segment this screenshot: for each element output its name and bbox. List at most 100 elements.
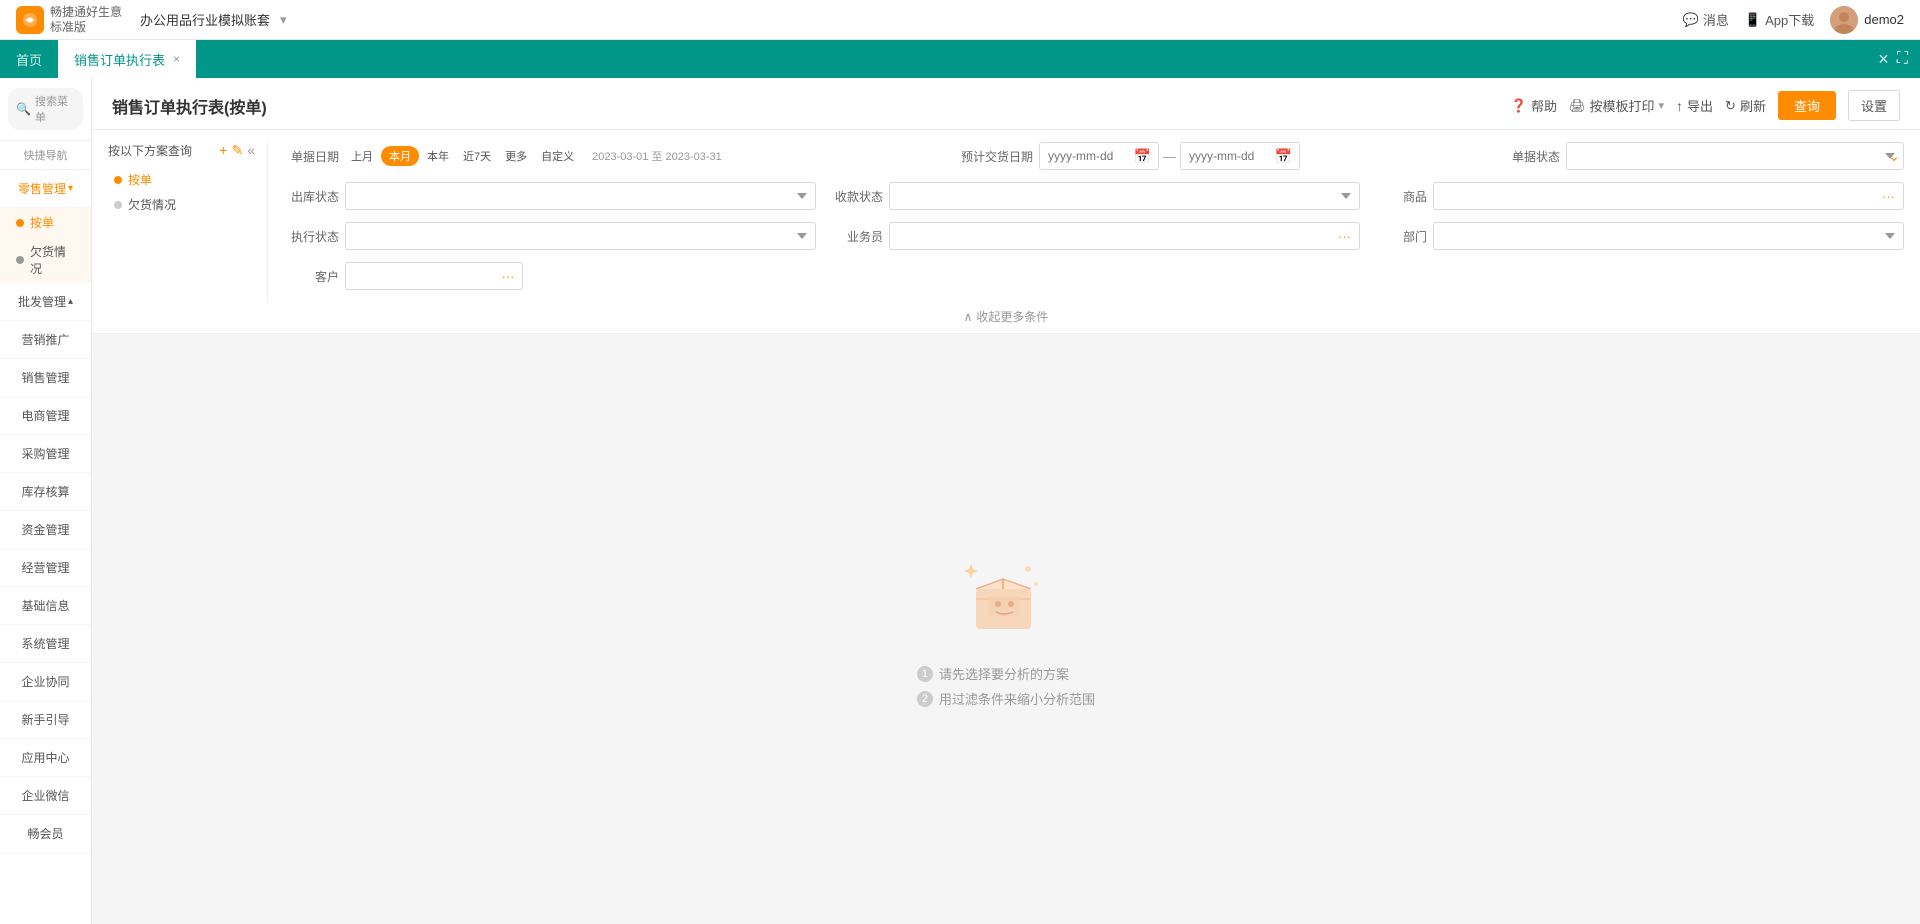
date-tab-more[interactable]: 更多 xyxy=(499,146,533,166)
message-icon: 💬 xyxy=(1683,12,1699,28)
sidebar-search-button[interactable]: 🔍 搜索菜单 xyxy=(8,88,83,130)
sidebar-subitem-order[interactable]: 按单 xyxy=(0,208,91,237)
app-dropdown-icon[interactable]: ▾ xyxy=(280,12,287,28)
print-icon: 🖨 xyxy=(1569,98,1586,114)
customer-input-wrap[interactable]: ··· xyxy=(345,262,523,290)
close-window-icon[interactable]: × xyxy=(1878,49,1889,70)
date-tab-current-year[interactable]: 本年 xyxy=(421,146,455,166)
exec-status-select[interactable] xyxy=(345,222,816,250)
dot-grey-icon xyxy=(16,256,24,264)
sidebar-item-purchase[interactable]: 采购管理 xyxy=(0,435,91,473)
date-tab-current-month[interactable]: 本月 xyxy=(381,146,419,166)
salesperson-input-wrap[interactable]: ··· xyxy=(889,222,1360,250)
tab-home[interactable]: 首页 xyxy=(0,40,58,78)
page-header: 销售订单执行表(按单) ❓ 帮助 🖨 按模板打印 ▾ ↑ 导出 ↻ 刷新 xyxy=(92,78,1920,130)
sidebar-item-finance[interactable]: 资金管理 xyxy=(0,511,91,549)
goods-input-wrap[interactable]: ··· xyxy=(1433,182,1904,210)
filter-field-salesperson: 业务员 ··· xyxy=(828,222,1360,250)
main-layout: 🔍 搜索菜单 快捷导航 零售管理 ▾ 按单 欠货情况 批发管理 ▴ 营销推广 销… xyxy=(0,78,1920,924)
tab-close-icon[interactable]: × xyxy=(173,52,180,66)
doc-status-select[interactable] xyxy=(1566,142,1904,170)
user-menu[interactable]: demo2 xyxy=(1830,6,1904,34)
sidebar-item-member[interactable]: 畅会员 xyxy=(0,815,91,853)
settings-button[interactable]: 设置 xyxy=(1848,90,1900,121)
export-button[interactable]: ↑ 导出 xyxy=(1676,96,1713,115)
warehouse-status-select[interactable] xyxy=(345,182,816,210)
sidebar-item-guide[interactable]: 新手引导 xyxy=(0,701,91,739)
sidebar-item-appstore[interactable]: 应用中心 xyxy=(0,739,91,777)
scheme-label-by-debt: 欠货情况 xyxy=(128,196,176,213)
date-to-input[interactable] xyxy=(1180,142,1300,170)
date-from-input[interactable] xyxy=(1039,142,1159,170)
filter-field-expected-date: 预计交货日期 📅 — 📅 xyxy=(961,142,1493,170)
scheme-collapse-button[interactable]: « xyxy=(247,142,255,159)
goods-more-icon[interactable]: ··· xyxy=(1882,189,1895,204)
empty-tips: 1 请先选择要分析的方案 2 用过滤条件来缩小分析范围 xyxy=(917,664,1095,714)
doc-status-more-icon[interactable]: ⌄ xyxy=(1888,148,1900,165)
tab-sales-order[interactable]: 销售订单执行表 × xyxy=(58,40,196,78)
filter-field-doc-date: 单据日期 上月 本月 本年 近7天 更多 自定义 2023-03-01 至 20… xyxy=(284,146,949,166)
message-label: 消息 xyxy=(1703,10,1729,29)
refresh-button[interactable]: ↻ 刷新 xyxy=(1725,96,1766,115)
sidebar-item-inventory[interactable]: 库存核算 xyxy=(0,473,91,511)
sidebar-item-marketing[interactable]: 营销推广 xyxy=(0,321,91,359)
top-bar: 畅捷通好生意 标准版 办公用品行业模拟账套 ▾ 💬 消息 📱 App下载 dem… xyxy=(0,0,1920,40)
salesperson-more-icon[interactable]: ··· xyxy=(1338,229,1351,244)
chevron-down-icon: ▾ xyxy=(68,183,73,194)
date-tab-last-month[interactable]: 上月 xyxy=(345,146,379,166)
tip-num-2: 2 xyxy=(917,691,933,707)
scheme-item-by-order[interactable]: 按单 xyxy=(108,167,255,192)
scheme-panel: 按以下方案查询 + ✎ « 按单 欠货情况 xyxy=(108,142,268,302)
print-button[interactable]: 🖨 按模板打印 ▾ xyxy=(1569,96,1664,115)
sidebar-search-area: 🔍 搜索菜单 xyxy=(0,78,91,141)
help-button[interactable]: ❓ 帮助 xyxy=(1511,96,1557,115)
filter-row-2: 出库状态 收款状态 商品 xyxy=(284,182,1904,210)
sidebar-item-system[interactable]: 系统管理 xyxy=(0,625,91,663)
filter-fields: 单据日期 上月 本月 本年 近7天 更多 自定义 2023-03-01 至 20… xyxy=(268,142,1904,302)
message-button[interactable]: 💬 消息 xyxy=(1683,10,1729,29)
print-dropdown-icon[interactable]: ▾ xyxy=(1659,99,1665,112)
tip-text-1: 请先选择要分析的方案 xyxy=(939,664,1069,683)
date-tab-custom[interactable]: 自定义 xyxy=(535,146,580,166)
sidebar-item-ecommerce[interactable]: 电商管理 xyxy=(0,397,91,435)
sidebar-item-sales[interactable]: 销售管理 xyxy=(0,359,91,397)
scheme-add-icon[interactable]: + xyxy=(219,142,227,159)
scheme-edit-icon[interactable]: ✎ xyxy=(231,142,243,159)
app-download-label: App下载 xyxy=(1765,10,1814,29)
tab-bar: 首页 销售订单执行表 × × ⛶ xyxy=(0,40,1920,78)
sidebar-item-basic[interactable]: 基础信息 xyxy=(0,587,91,625)
scheme-item-by-debt[interactable]: 欠货情况 xyxy=(108,192,255,217)
filter-row-4: 客户 ··· xyxy=(284,262,1904,290)
quick-nav-label: 快捷导航 xyxy=(0,141,91,170)
sidebar-item-retail[interactable]: 零售管理 ▾ xyxy=(0,170,91,208)
filter-field-goods: 商品 ··· xyxy=(1372,182,1904,210)
logo-area: 畅捷通好生意 标准版 xyxy=(16,5,122,34)
payment-status-label: 收款状态 xyxy=(828,188,883,205)
sidebar-item-wechat[interactable]: 企业微信 xyxy=(0,777,91,815)
empty-illustration xyxy=(956,544,1056,644)
tip-num-1: 1 xyxy=(917,666,933,682)
fullscreen-icon[interactable]: ⛶ xyxy=(1897,50,1908,68)
content-area: 销售订单执行表(按单) ❓ 帮助 🖨 按模板打印 ▾ ↑ 导出 ↻ 刷新 xyxy=(92,78,1920,924)
retail-submenu: 按单 欠货情况 xyxy=(0,208,91,283)
sidebar-item-operation[interactable]: 经营管理 xyxy=(0,549,91,587)
user-name: demo2 xyxy=(1864,12,1904,27)
tab-bar-actions: × ⛶ xyxy=(1866,49,1920,70)
filter-row-1: 单据日期 上月 本月 本年 近7天 更多 自定义 2023-03-01 至 20… xyxy=(284,142,1904,170)
search-button[interactable]: 查询 xyxy=(1778,91,1836,120)
department-select[interactable] xyxy=(1433,222,1904,250)
sidebar-subitem-debt[interactable]: 欠货情况 xyxy=(0,237,91,283)
warehouse-status-label: 出库状态 xyxy=(284,188,339,205)
sidebar-item-cooperation[interactable]: 企业协同 xyxy=(0,663,91,701)
date-tab-last-7days[interactable]: 近7天 xyxy=(457,146,497,166)
customer-more-icon[interactable]: ··· xyxy=(501,269,514,284)
collapse-label: 收起更多条件 xyxy=(976,308,1048,325)
collapse-bar[interactable]: ∧ 收起更多条件 xyxy=(92,302,1920,333)
search-label: 搜索菜单 xyxy=(35,93,75,125)
sidebar-item-wholesale[interactable]: 批发管理 ▴ xyxy=(0,283,91,321)
payment-status-select[interactable] xyxy=(889,182,1360,210)
page-actions: ❓ 帮助 🖨 按模板打印 ▾ ↑ 导出 ↻ 刷新 查询 设置 xyxy=(1511,90,1900,121)
chevron-up-icon: ▴ xyxy=(68,296,73,307)
app-download-button[interactable]: 📱 App下载 xyxy=(1745,10,1814,29)
date-tabs: 上月 本月 本年 近7天 更多 自定义 xyxy=(345,146,580,166)
